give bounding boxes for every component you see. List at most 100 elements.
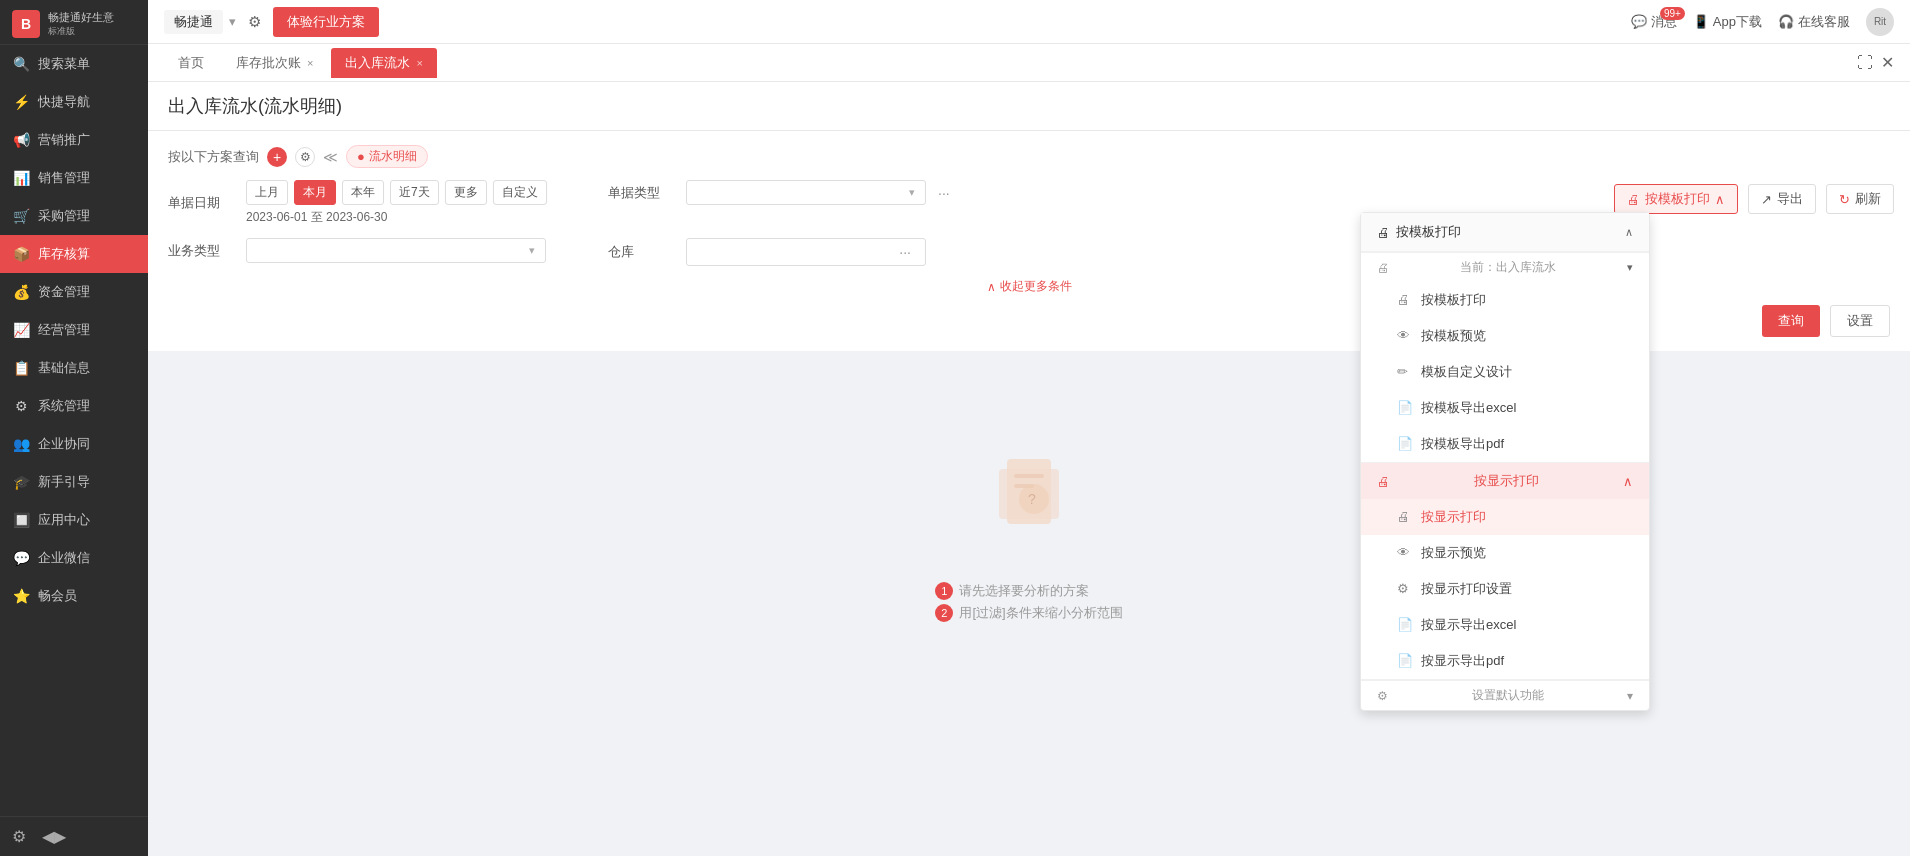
sidebar-item-appcenter[interactable]: 🔲 应用中心 [0,501,148,539]
tab-home[interactable]: 首页 [164,48,218,78]
main-content: 畅捷通 ▾ ⚙ 体验行业方案 💬 消息 99+ 📱 App下载 🎧 在线客服 [148,0,1910,856]
app-download-btn[interactable]: 📱 App下载 [1693,13,1762,31]
settings-btn[interactable]: 设置 [1830,305,1890,337]
query-btn[interactable]: 查询 [1762,305,1820,337]
dropdown-item-display-preview[interactable]: 👁 按显示预览 [1361,535,1649,571]
sidebar-item-inventory[interactable]: 📦 库存核算 [0,235,148,273]
doc-type-field: 单据类型 ▾ ··· [608,180,988,205]
current-icon: 🖨 [1377,261,1389,275]
warehouse-select[interactable]: ··· [686,238,926,266]
app-download-label: App下载 [1713,13,1762,31]
dropdown-item-template-design[interactable]: ✏ 模板自定义设计 [1361,354,1649,390]
tab-flow-close[interactable]: × [416,57,422,69]
print-template-btn[interactable]: 🖨 按模板打印 ∧ [1614,184,1738,214]
display-print-arrow: ∧ [1623,474,1633,489]
template-print-label: 按模板打印 [1421,291,1486,309]
sidebar-item-marketing[interactable]: 📢 营销推广 [0,121,148,159]
service-icon: 🎧 [1778,14,1794,29]
collapse-label: 收起更多条件 [1000,278,1072,295]
user-avatar-btn[interactable]: Rit [1866,8,1894,36]
date-range-display: 2023-06-01 至 2023-06-30 [246,209,547,226]
doc-type-arrow: ▾ [909,186,915,199]
sidebar-item-basics[interactable]: 📋 基础信息 [0,349,148,387]
sidebar-item-search[interactable]: 🔍 搜索菜单 [0,45,148,83]
sidebar-item-finance[interactable]: 💰 资金管理 [0,273,148,311]
dropdown-item-template-print[interactable]: 🖨 按模板打印 [1361,282,1649,318]
filter-collapse-icon[interactable]: ≪ [323,149,338,165]
date-btn-7days[interactable]: 近7天 [390,180,439,205]
message-btn[interactable]: 💬 消息 99+ [1631,13,1677,31]
settings-icon[interactable]: ⚙ [12,827,26,846]
date-btn-thismonth[interactable]: 本月 [294,180,336,205]
export-btn[interactable]: ↗ 导出 [1748,184,1816,214]
date-btn-thisyear[interactable]: 本年 [342,180,384,205]
sidebar-item-system[interactable]: ⚙ 系统管理 [0,387,148,425]
basics-icon: 📋 [12,360,30,376]
warehouse-more[interactable]: ··· [895,244,915,260]
dropdown-item-template-pdf[interactable]: 📄 按模板导出pdf [1361,426,1649,462]
display-print-item-icon: 🖨 [1397,509,1413,525]
set-default-section[interactable]: ⚙ 设置默认功能 ▾ [1361,680,1649,710]
svg-rect-2 [1014,474,1044,478]
filter-tag-flow[interactable]: ● 流水明细 [346,145,428,168]
dropdown-item-display-settings[interactable]: ⚙ 按显示打印设置 [1361,571,1649,607]
doc-type-select[interactable]: ▾ [686,180,926,205]
svg-text:?: ? [1028,491,1036,507]
date-btn-custom[interactable]: 自定义 [493,180,547,205]
maximize-icon[interactable]: ⛶ [1857,54,1873,72]
download-icon: 📱 [1693,14,1709,29]
sidebar-item-quicknav[interactable]: ⚡ 快捷导航 [0,83,148,121]
refresh-btn[interactable]: ↻ 刷新 [1826,184,1894,214]
filter-add-btn[interactable]: + [267,147,287,167]
app-version: 标准版 [48,25,114,38]
close-tab-icon[interactable]: ✕ [1881,53,1894,72]
online-service-btn[interactable]: 🎧 在线客服 [1778,13,1850,31]
topbar-gear-icon[interactable]: ⚙ [248,13,261,31]
current-label: 当前：出入库流水 [1460,259,1556,276]
sidebar-item-purchase[interactable]: 🛒 采购管理 [0,197,148,235]
biz-type-field: 业务类型 ▾ [168,238,588,263]
tabbar-right: ⛶ ✕ [1857,53,1894,72]
template-pdf-icon: 📄 [1397,436,1413,452]
sidebar-item-sales[interactable]: 📊 销售管理 [0,159,148,197]
dropdown-item-template-preview[interactable]: 👁 按模板预览 [1361,318,1649,354]
tab-batch-close[interactable]: × [307,57,313,69]
template-design-label: 模板自定义设计 [1421,363,1512,381]
display-excel-label: 按显示导出excel [1421,616,1516,634]
filter-settings-btn[interactable]: ⚙ [295,147,315,167]
date-btn-lastmonth[interactable]: 上月 [246,180,288,205]
username-display: 畅捷通 [164,10,223,34]
dropdown-item-display-print[interactable]: 🖨 按显示打印 [1361,499,1649,535]
doc-type-more[interactable]: ··· [934,185,954,201]
collapse-sidebar-icon[interactable]: ◀▶ [42,827,66,846]
date-btn-more[interactable]: 更多 [445,180,487,205]
industry-btn[interactable]: 体验行业方案 [273,7,379,37]
display-print-header[interactable]: 🖨 按显示打印 ∧ [1361,463,1649,499]
sidebar-item-guide[interactable]: 🎓 新手引导 [0,463,148,501]
tab-flow[interactable]: 出入库流水 × [331,48,436,78]
biz-type-select[interactable]: ▾ [246,238,546,263]
filter-header: 按以下方案查询 + ⚙ ≪ ● 流水明细 [168,145,1890,168]
print-dropdown-panel: 🖨 按模板打印 ∧ 🖨 当前：出入库流水 ▾ 🖨 按模板打印 [1360,212,1650,711]
dropdown-item-display-pdf[interactable]: 📄 按显示导出pdf [1361,643,1649,679]
dropdown-title: 🖨 按模板打印 [1377,223,1461,241]
topbar-right: 💬 消息 99+ 📱 App下载 🎧 在线客服 Rit [1631,8,1894,36]
current-arrow[interactable]: ▾ [1627,261,1633,274]
online-service-label: 在线客服 [1798,13,1850,31]
set-default-label: 设置默认功能 [1472,687,1544,704]
dropdown-collapse-icon[interactable]: ∧ [1625,226,1633,239]
sidebar-item-collab[interactable]: 👥 企业协同 [0,425,148,463]
sidebar-item-member[interactable]: ⭐ 畅会员 [0,577,148,615]
sidebar-item-operations[interactable]: 📈 经营管理 [0,311,148,349]
sidebar-item-wechat[interactable]: 💬 企业微信 [0,539,148,577]
guide-icon: 🎓 [12,474,30,490]
biz-type-label: 业务类型 [168,242,238,260]
tab-batch[interactable]: 库存批次账 × [222,48,327,78]
dropdown-item-template-excel[interactable]: 📄 按模板导出excel [1361,390,1649,426]
template-print-icon: 🖨 [1397,292,1413,308]
template-preview-label: 按模板预览 [1421,327,1486,345]
collab-icon: 👥 [12,436,30,452]
dropdown-item-display-excel[interactable]: 📄 按显示导出excel [1361,607,1649,643]
operations-icon: 📈 [12,322,30,338]
user-dropdown-icon[interactable]: ▾ [229,14,236,29]
